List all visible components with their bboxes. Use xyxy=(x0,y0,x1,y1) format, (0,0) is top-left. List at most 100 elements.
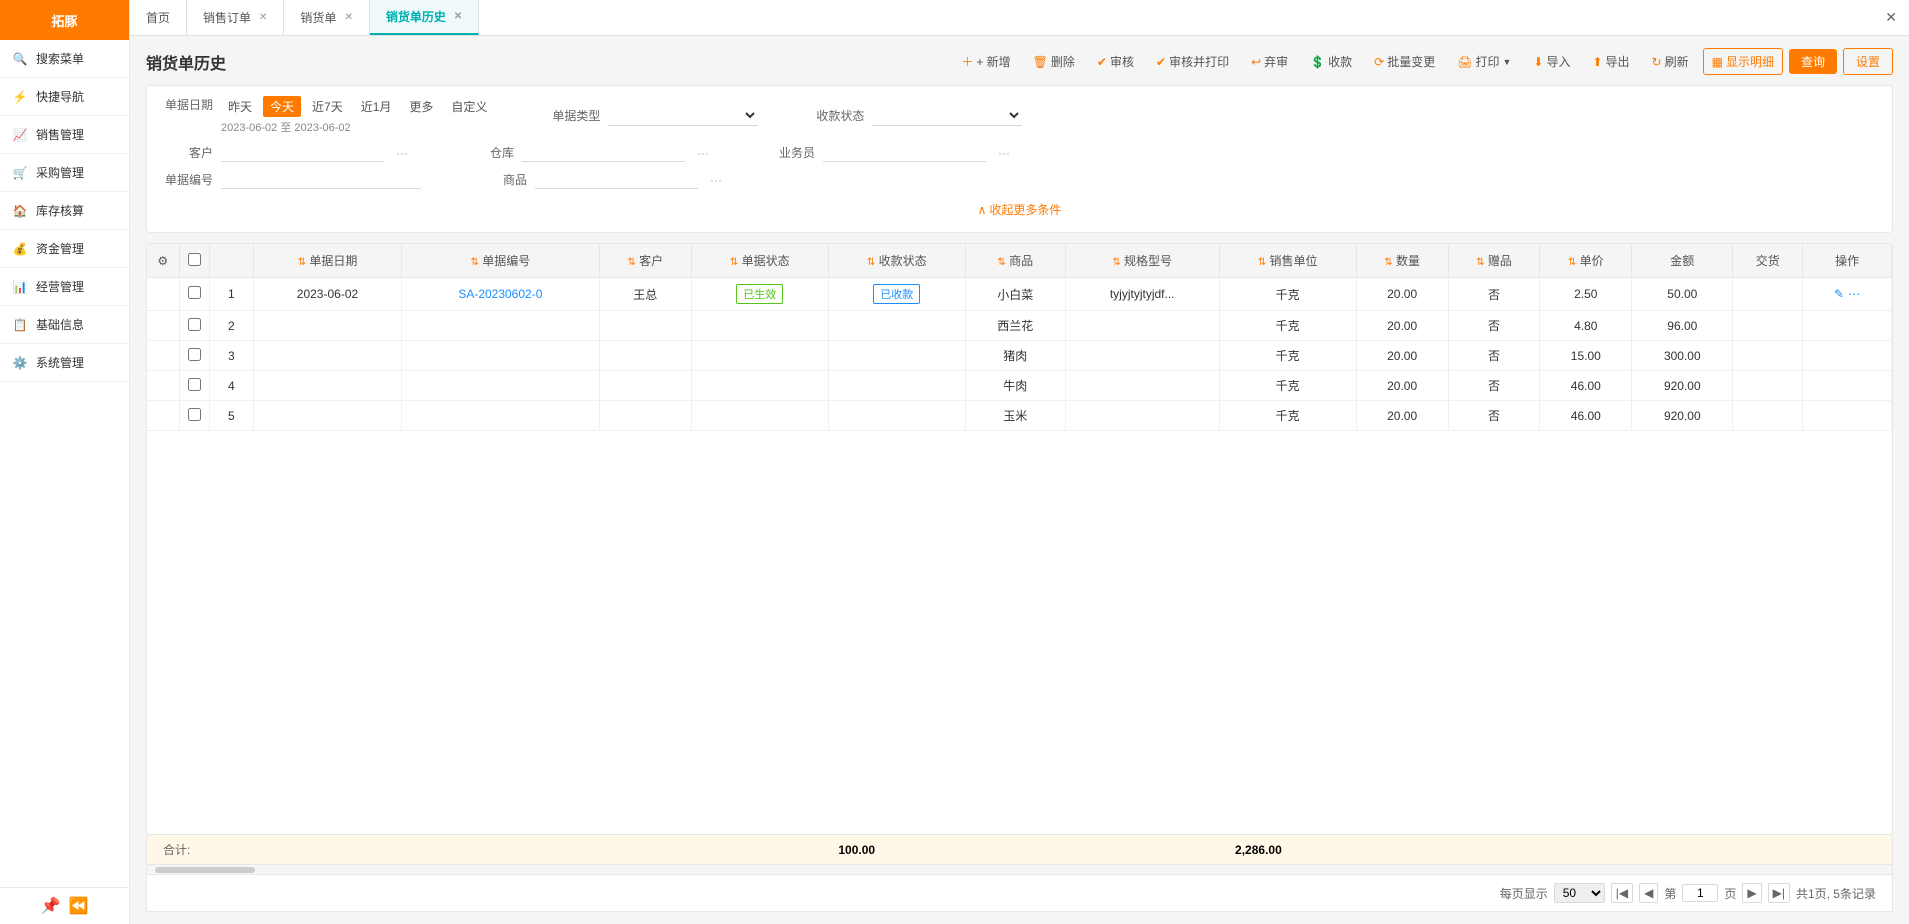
col-doc-no[interactable]: ⇅ 单据编号 xyxy=(401,244,599,278)
sidebar-item-operations[interactable]: 📊 经营管理 xyxy=(0,268,129,306)
sidebar-item-search[interactable]: 🔍 搜索菜单 xyxy=(0,40,129,78)
tab-sales-order-close[interactable]: ✕ xyxy=(259,12,267,23)
date-btn-today[interactable]: 今天 xyxy=(263,96,301,117)
date-options: 昨天 今天 近7天 近1月 更多 自定义 2023-06-02 至 2023-0… xyxy=(221,96,494,135)
collect-button[interactable]: 💲 收款 xyxy=(1302,49,1360,74)
page-first-btn[interactable]: |◀ xyxy=(1611,883,1633,903)
sidebar-item-basicinfo[interactable]: 📋 基础信息 xyxy=(0,306,129,344)
cell-gift: 否 xyxy=(1448,371,1540,401)
new-button[interactable]: ＋ + 新增 xyxy=(953,49,1018,74)
scrollbar-thumb[interactable] xyxy=(155,867,255,873)
page-next-btn[interactable]: ▶ xyxy=(1742,883,1761,903)
cell-doc-date xyxy=(254,311,402,341)
cell-checkbox xyxy=(179,401,209,431)
sidebar-item-label: 基础信息 xyxy=(36,316,84,333)
per-page-select[interactable]: 50 100 200 xyxy=(1554,883,1605,903)
select-all-checkbox[interactable] xyxy=(188,253,201,266)
col-price[interactable]: ⇅ 单价 xyxy=(1540,244,1632,278)
sidebar-item-purchase[interactable]: 🛒 采购管理 xyxy=(0,154,129,192)
col-pay-status[interactable]: ⇅ 收款状态 xyxy=(828,244,965,278)
setting-button[interactable]: 设置 xyxy=(1843,48,1893,75)
sidebar-item-inventory[interactable]: 🏠 库存核算 xyxy=(0,192,129,230)
refresh-button[interactable]: ↻ 刷新 xyxy=(1644,49,1697,74)
audit-print-button[interactable]: ✔ 审核并打印 xyxy=(1148,49,1237,74)
date-btn-yesterday[interactable]: 昨天 xyxy=(221,96,259,117)
warehouse-dots[interactable]: ··· xyxy=(697,146,709,160)
sidebar-pin-btn[interactable]: 📌 xyxy=(41,896,61,916)
audit-button[interactable]: ✔ 审核 xyxy=(1089,49,1142,74)
goods-dots[interactable]: ··· xyxy=(710,173,722,187)
export-button[interactable]: ⬆ 导出 xyxy=(1584,49,1637,74)
date-btn-custom[interactable]: 自定义 xyxy=(444,96,494,117)
staff-dots[interactable]: ··· xyxy=(998,146,1010,160)
col-spec[interactable]: ⇅ 规格型号 xyxy=(1065,244,1219,278)
docno-label: 单据编号 xyxy=(163,171,213,188)
tab-bar-close-all[interactable]: ✕ xyxy=(1873,9,1909,26)
delete-button[interactable]: 🗑 删除 xyxy=(1025,49,1083,74)
doc-type-select[interactable] xyxy=(608,105,758,126)
doc-type-filter: 单据类型 xyxy=(550,105,758,126)
tab-sales-history[interactable]: 销货单历史 ✕ xyxy=(370,0,479,35)
col-qty[interactable]: ⇅ 数量 xyxy=(1356,244,1448,278)
print-button[interactable]: 🖨 打印 ▼ xyxy=(1449,49,1519,74)
tab-sales-delivery[interactable]: 销货单 ✕ xyxy=(284,0,369,35)
col-settings[interactable]: ⚙ xyxy=(147,244,179,278)
tab-sales-delivery-close[interactable]: ✕ xyxy=(344,12,352,23)
edit-action[interactable]: ✎ xyxy=(1834,287,1844,301)
cell-qty: 20.00 xyxy=(1356,401,1448,431)
query-button[interactable]: 查询 xyxy=(1789,49,1837,74)
show-detail-button[interactable]: ▦ 显示明细 xyxy=(1703,48,1783,75)
sidebar-collapse-btn[interactable]: ⏪ xyxy=(69,896,89,916)
cell-goods: 小白菜 xyxy=(965,278,1065,311)
sidebar-item-quicknav[interactable]: ⚡ 快捷导航 xyxy=(0,78,129,116)
row-checkbox[interactable] xyxy=(188,378,201,391)
doc-no-link[interactable]: SA-20230602-0 xyxy=(458,287,542,301)
page-label: 页 xyxy=(1724,885,1736,902)
row-checkbox[interactable] xyxy=(188,348,201,361)
row-checkbox[interactable] xyxy=(188,318,201,331)
staff-input[interactable] xyxy=(823,143,986,162)
tab-sales-order[interactable]: 销售订单 ✕ xyxy=(187,0,284,35)
sidebar-item-sales[interactable]: 📈 销售管理 xyxy=(0,116,129,154)
pay-status-select[interactable] xyxy=(872,105,1022,126)
import-icon: ⬇ xyxy=(1533,55,1543,69)
customer-input[interactable] xyxy=(221,143,384,162)
collapse-row: ∧ 收起更多条件 xyxy=(163,197,1876,222)
page-prev-btn[interactable]: ◀ xyxy=(1639,883,1658,903)
docno-input[interactable] xyxy=(221,170,421,189)
row-checkbox[interactable] xyxy=(188,286,201,299)
col-goods[interactable]: ⇅ 商品 xyxy=(965,244,1065,278)
col-doc-date[interactable]: ⇅ 单据日期 xyxy=(254,244,402,278)
col-unit[interactable]: ⇅ 销售单位 xyxy=(1219,244,1356,278)
import-button[interactable]: ⬇ 导入 xyxy=(1525,49,1578,74)
date-btn-1month[interactable]: 近1月 xyxy=(354,96,399,117)
cell-customer xyxy=(599,341,691,371)
cell-price: 15.00 xyxy=(1540,341,1632,371)
tab-home[interactable]: 首页 xyxy=(130,0,187,35)
horizontal-scrollbar[interactable] xyxy=(146,865,1893,875)
tab-sales-history-close[interactable]: ✕ xyxy=(454,11,462,22)
more-action[interactable]: ⋯ xyxy=(1848,287,1860,301)
collapse-button[interactable]: ∧ 收起更多条件 xyxy=(978,197,1062,222)
row-checkbox[interactable] xyxy=(188,408,201,421)
col-doc-status[interactable]: ⇅ 单据状态 xyxy=(691,244,828,278)
filter-row-3: 单据编号 商品 ··· xyxy=(163,170,1876,189)
date-btn-more[interactable]: 更多 xyxy=(402,96,440,117)
cell-amount: 96.00 xyxy=(1632,311,1733,341)
sidebar-item-system[interactable]: ⚙️ 系统管理 xyxy=(0,344,129,382)
col-customer[interactable]: ⇅ 客户 xyxy=(599,244,691,278)
cell-index: 1 xyxy=(209,278,254,311)
page-area: 销货单历史 ＋ + 新增 🗑 删除 ✔ 审核 ✔ 审核并打印 xyxy=(130,36,1909,924)
page-last-btn[interactable]: ▶| xyxy=(1768,883,1790,903)
sidebar-item-finance[interactable]: 💰 资金管理 xyxy=(0,230,129,268)
date-btn-7days[interactable]: 近7天 xyxy=(305,96,350,117)
customer-dots[interactable]: ··· xyxy=(396,146,408,160)
cell-pay-status: 已收款 xyxy=(828,278,965,311)
abandon-button[interactable]: ↩ 弃审 xyxy=(1243,49,1296,74)
page-number-input[interactable] xyxy=(1682,884,1718,902)
goods-input[interactable] xyxy=(535,170,698,189)
table-row: 3猪肉千克20.00否15.00300.00 xyxy=(147,341,1892,371)
batch-change-button[interactable]: ⟳ 批量变更 xyxy=(1366,49,1443,74)
warehouse-input[interactable] xyxy=(522,143,685,162)
col-gift[interactable]: ⇅ 赠品 xyxy=(1448,244,1540,278)
